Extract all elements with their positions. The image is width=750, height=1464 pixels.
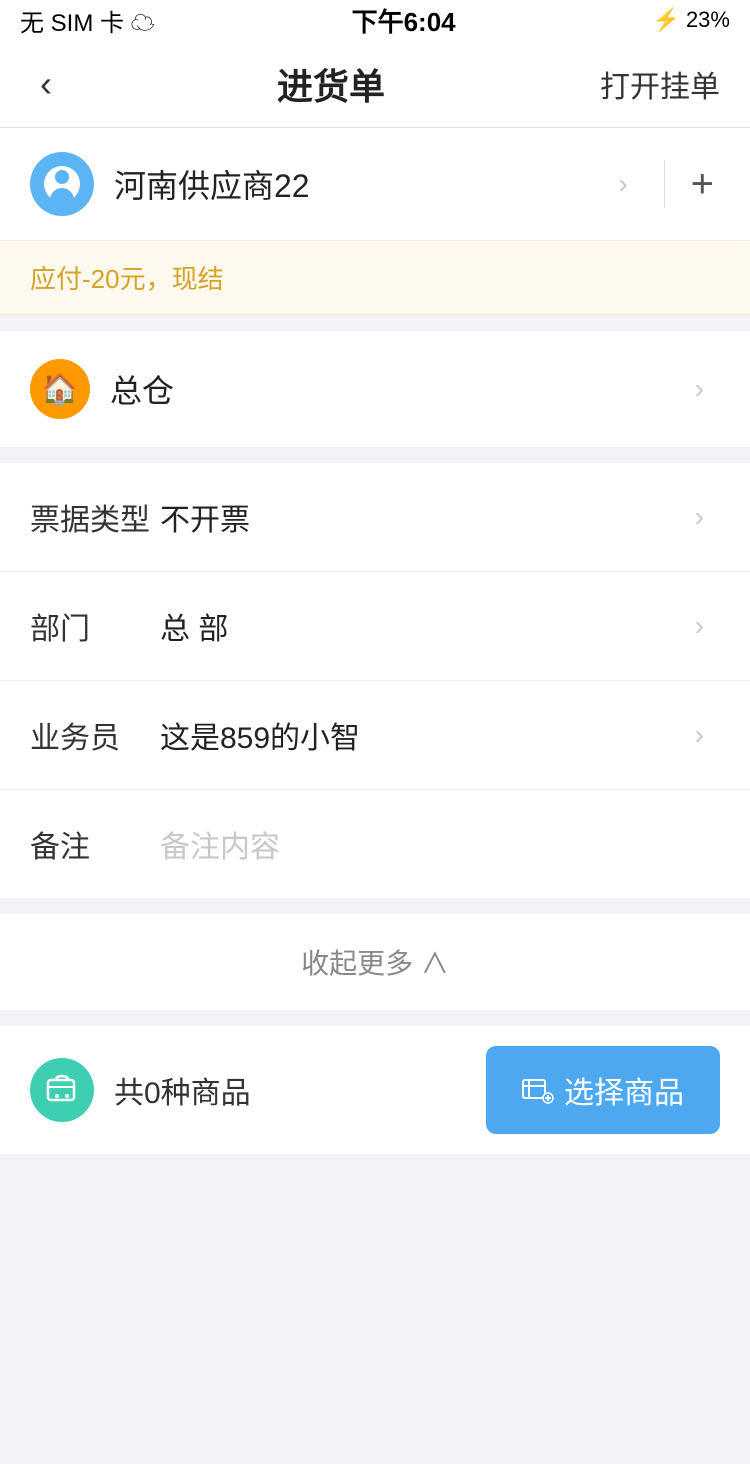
remark-input[interactable]: 备注内容 [160, 822, 720, 866]
department-row[interactable]: 部门 总 部 › [0, 572, 750, 681]
back-button[interactable]: ‹ [30, 53, 62, 115]
sim-label: 无 SIM 卡 ☁ [20, 3, 155, 38]
open-pending-button[interactable]: 打开挂单 [600, 62, 720, 106]
warehouse-chevron-icon: › [695, 373, 704, 405]
remark-row[interactable]: 备注 备注内容 [0, 790, 750, 898]
collapse-button[interactable]: 收起更多 ∧ [0, 914, 750, 1010]
supplier-section: 河南供应商22 › + 应付-20元，现结 [0, 128, 750, 315]
form-section: 票据类型 不开票 › 部门 总 部 › 业务员 这是859的小智 › 备注 备注… [0, 463, 750, 898]
page-title: 进货单 [277, 58, 385, 110]
notice-banner: 应付-20元，现结 [0, 241, 750, 315]
ticket-type-value: 不开票 [160, 495, 695, 539]
ticket-type-row[interactable]: 票据类型 不开票 › [0, 463, 750, 572]
supplier-name: 河南供应商22 [114, 161, 618, 207]
collapse-label: 收起更多 ∧ [301, 942, 449, 982]
status-left: 无 SIM 卡 ☁ [20, 3, 155, 38]
select-product-label: 选择商品 [564, 1068, 684, 1112]
empty-space [0, 1154, 750, 1464]
department-label: 部门 [30, 604, 160, 648]
warehouse-name: 总仓 [110, 366, 695, 412]
warehouse-row[interactable]: 🏠 总仓 › [0, 331, 750, 447]
ticket-type-label: 票据类型 [30, 495, 160, 539]
department-value: 总 部 [160, 604, 695, 648]
nav-bar: ‹ 进货单 打开挂单 [0, 40, 750, 128]
salesperson-label: 业务员 [30, 713, 160, 757]
supplier-row[interactable]: 河南供应商22 › + [0, 128, 750, 241]
avatar-inner [44, 166, 80, 202]
battery-label: 23% [686, 7, 730, 33]
divider [664, 160, 665, 208]
salesperson-chevron-icon: › [695, 719, 704, 751]
supplier-avatar [30, 152, 94, 216]
salesperson-row[interactable]: 业务员 这是859的小智 › [0, 681, 750, 790]
add-supplier-button[interactable]: + [685, 162, 720, 207]
ticket-type-chevron-icon: › [695, 501, 704, 533]
salesperson-value: 这是859的小智 [160, 713, 695, 757]
product-count: 共0种商品 [114, 1068, 486, 1112]
department-chevron-icon: › [695, 610, 704, 642]
warehouse-section: 🏠 总仓 › [0, 331, 750, 447]
status-time: 下午6:04 [352, 2, 456, 39]
remark-label: 备注 [30, 822, 160, 866]
select-product-button[interactable]: 选择商品 [486, 1046, 720, 1134]
main-content: 河南供应商22 › + 应付-20元，现结 🏠 总仓 › 票据类型 不开票 › … [0, 128, 750, 1464]
bottom-bar: 共0种商品 选择商品 [0, 1026, 750, 1154]
battery-icon: ⚡ [653, 7, 680, 33]
status-right: ⚡ 23% [653, 7, 730, 33]
warehouse-icon: 🏠 [30, 359, 90, 419]
cart-icon [30, 1058, 94, 1122]
status-bar: 无 SIM 卡 ☁ 下午6:04 ⚡ 23% [0, 0, 750, 40]
supplier-chevron-icon: › [618, 168, 627, 200]
